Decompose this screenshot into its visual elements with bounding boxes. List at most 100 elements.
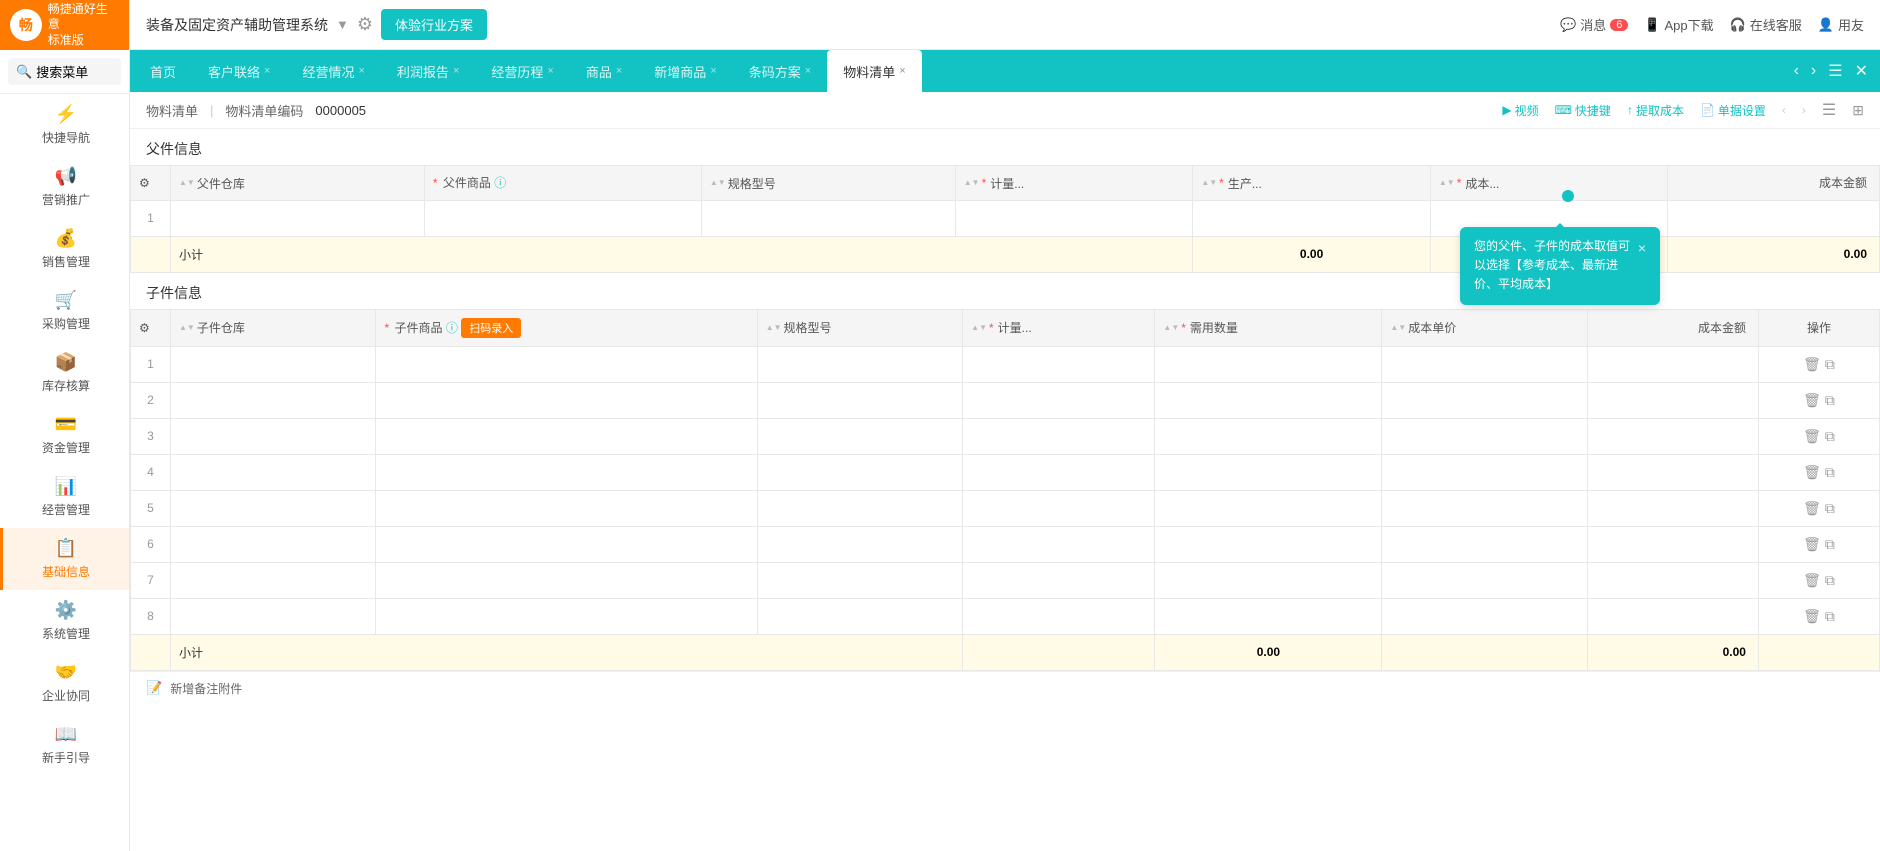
- child-quantity-cell[interactable]: [1155, 562, 1382, 598]
- child-spec-cell[interactable]: [757, 382, 962, 418]
- child-warehouse-cell[interactable]: [171, 346, 376, 382]
- tab-close-icon[interactable]: ×: [358, 65, 364, 77]
- child-amount-cell[interactable]: [1587, 562, 1758, 598]
- message-button[interactable]: 💬 消息 6: [1560, 15, 1628, 34]
- child-spec-cell[interactable]: [757, 418, 962, 454]
- child-amount-cell[interactable]: [1587, 598, 1758, 634]
- child-unit-cost-cell[interactable]: [1382, 526, 1587, 562]
- child-spec-cell[interactable]: [757, 490, 962, 526]
- child-unit-cost-cell[interactable]: [1382, 418, 1587, 454]
- tab-bom[interactable]: 物料清单 ×: [827, 50, 921, 92]
- col-sort-icons[interactable]: ▲▼: [1390, 324, 1406, 332]
- child-quantity-cell[interactable]: [1155, 382, 1382, 418]
- child-amount-cell[interactable]: [1587, 454, 1758, 490]
- online-service-button[interactable]: 🎧 在线客服: [1730, 15, 1802, 34]
- child-unit-cost-cell[interactable]: [1382, 490, 1587, 526]
- delete-icon[interactable]: 🗑: [1803, 428, 1821, 445]
- child-amount-cell[interactable]: [1587, 418, 1758, 454]
- tab-close-icon[interactable]: ×: [899, 65, 905, 77]
- parent-warehouse-cell[interactable]: [171, 200, 425, 236]
- parent-col-settings[interactable]: ⚙: [131, 166, 171, 201]
- child-quantity-cell[interactable]: [1155, 598, 1382, 634]
- sidebar-item-inventory[interactable]: 📦 库存核算: [0, 342, 129, 404]
- col-sort-icons[interactable]: ▲▼: [1439, 179, 1455, 187]
- col-sort-icons[interactable]: ▲▼: [179, 324, 195, 332]
- pagination-next[interactable]: ›: [1802, 103, 1806, 117]
- child-amount-cell[interactable]: [1587, 382, 1758, 418]
- child-quantity-cell[interactable]: [1155, 346, 1382, 382]
- child-amount-cell[interactable]: [1587, 490, 1758, 526]
- app-download-button[interactable]: 📱 App下载: [1644, 15, 1713, 34]
- sidebar-item-cooperation[interactable]: 🤝 企业协同: [0, 652, 129, 714]
- child-spec-cell[interactable]: [757, 454, 962, 490]
- copy-icon[interactable]: ⧉: [1825, 536, 1835, 553]
- delete-icon[interactable]: 🗑: [1803, 356, 1821, 373]
- child-product-cell[interactable]: [376, 526, 757, 562]
- nav-menu-icon[interactable]: ☰: [1824, 57, 1846, 85]
- child-unit-cost-cell[interactable]: [1382, 382, 1587, 418]
- info-icon[interactable]: ⓘ: [494, 176, 506, 190]
- copy-icon[interactable]: ⧉: [1825, 356, 1835, 373]
- col-sort-icons[interactable]: ▲▼: [971, 324, 987, 332]
- expand-icon[interactable]: ⊞: [1852, 102, 1864, 119]
- delete-icon[interactable]: 🗑: [1803, 536, 1821, 553]
- col-sort-icons[interactable]: ▲▼: [710, 179, 726, 187]
- copy-icon[interactable]: ⧉: [1825, 608, 1835, 625]
- child-unit-cost-cell[interactable]: [1382, 454, 1587, 490]
- bottom-text[interactable]: 新增备注附件: [170, 680, 242, 697]
- tab-history[interactable]: 经营历程 ×: [475, 50, 569, 92]
- tab-barcode[interactable]: 条码方案 ×: [733, 50, 827, 92]
- child-spec-cell[interactable]: [757, 526, 962, 562]
- breadcrumb-bom[interactable]: 物料清单: [146, 101, 198, 120]
- parent-amount-cell[interactable]: [1668, 200, 1880, 236]
- view-button[interactable]: ▶ 视频: [1502, 102, 1538, 119]
- child-warehouse-cell[interactable]: [171, 526, 376, 562]
- child-unit-cell[interactable]: [963, 526, 1155, 562]
- child-warehouse-cell[interactable]: [171, 490, 376, 526]
- child-unit-cost-cell[interactable]: [1382, 562, 1587, 598]
- child-unit-cell[interactable]: [963, 382, 1155, 418]
- tab-customer[interactable]: 客户联络 ×: [192, 50, 286, 92]
- dropdown-arrow[interactable]: ▼: [336, 17, 349, 32]
- child-product-cell[interactable]: [376, 562, 757, 598]
- copy-icon[interactable]: ⧉: [1825, 500, 1835, 517]
- parent-production-cell[interactable]: [1193, 200, 1431, 236]
- user-button[interactable]: 👤 用友: [1818, 15, 1864, 34]
- sidebar-item-finance[interactable]: 💳 资金管理: [0, 404, 129, 466]
- sidebar-item-operations[interactable]: 📊 经营管理: [0, 466, 129, 528]
- child-quantity-cell[interactable]: [1155, 418, 1382, 454]
- child-unit-cell[interactable]: [963, 490, 1155, 526]
- col-sort-icons[interactable]: ▲▼: [179, 179, 195, 187]
- trial-button[interactable]: 体验行业方案: [381, 9, 487, 40]
- child-unit-cell[interactable]: [963, 454, 1155, 490]
- child-warehouse-cell[interactable]: [171, 382, 376, 418]
- sidebar-item-sales[interactable]: 💰 销售管理: [0, 218, 129, 280]
- child-spec-cell[interactable]: [757, 562, 962, 598]
- child-quantity-cell[interactable]: [1155, 454, 1382, 490]
- info-icon[interactable]: ⓘ: [446, 321, 458, 335]
- child-amount-cell[interactable]: [1587, 526, 1758, 562]
- sidebar-item-system[interactable]: ⚙️ 系统管理: [0, 590, 129, 652]
- copy-icon[interactable]: ⧉: [1825, 572, 1835, 589]
- tab-profit[interactable]: 利润报告 ×: [381, 50, 475, 92]
- tab-close-icon[interactable]: ×: [616, 65, 622, 77]
- copy-icon[interactable]: ⧉: [1825, 392, 1835, 409]
- tooltip-close-button[interactable]: ×: [1638, 237, 1646, 259]
- child-unit-cell[interactable]: [963, 418, 1155, 454]
- delete-icon[interactable]: 🗑: [1803, 608, 1821, 625]
- scan-button[interactable]: 扫码录入: [461, 318, 521, 338]
- child-unit-cost-cell[interactable]: [1382, 598, 1587, 634]
- parent-spec-cell[interactable]: [701, 200, 955, 236]
- sidebar-item-guide[interactable]: 📖 新手引导: [0, 714, 129, 776]
- child-spec-cell[interactable]: [757, 346, 962, 382]
- delete-icon[interactable]: 🗑: [1803, 572, 1821, 589]
- tab-new-product[interactable]: 新增商品 ×: [638, 50, 732, 92]
- single-settings-button[interactable]: 📄 单据设置: [1700, 102, 1766, 119]
- child-amount-cell[interactable]: [1587, 346, 1758, 382]
- col-sort-icons[interactable]: ▲▼: [1163, 324, 1179, 332]
- child-spec-cell[interactable]: [757, 598, 962, 634]
- tab-close-icon[interactable]: ×: [453, 65, 459, 77]
- child-product-cell[interactable]: [376, 382, 757, 418]
- pagination-prev[interactable]: ‹: [1782, 103, 1786, 117]
- tab-operations-status[interactable]: 经营情况 ×: [286, 50, 380, 92]
